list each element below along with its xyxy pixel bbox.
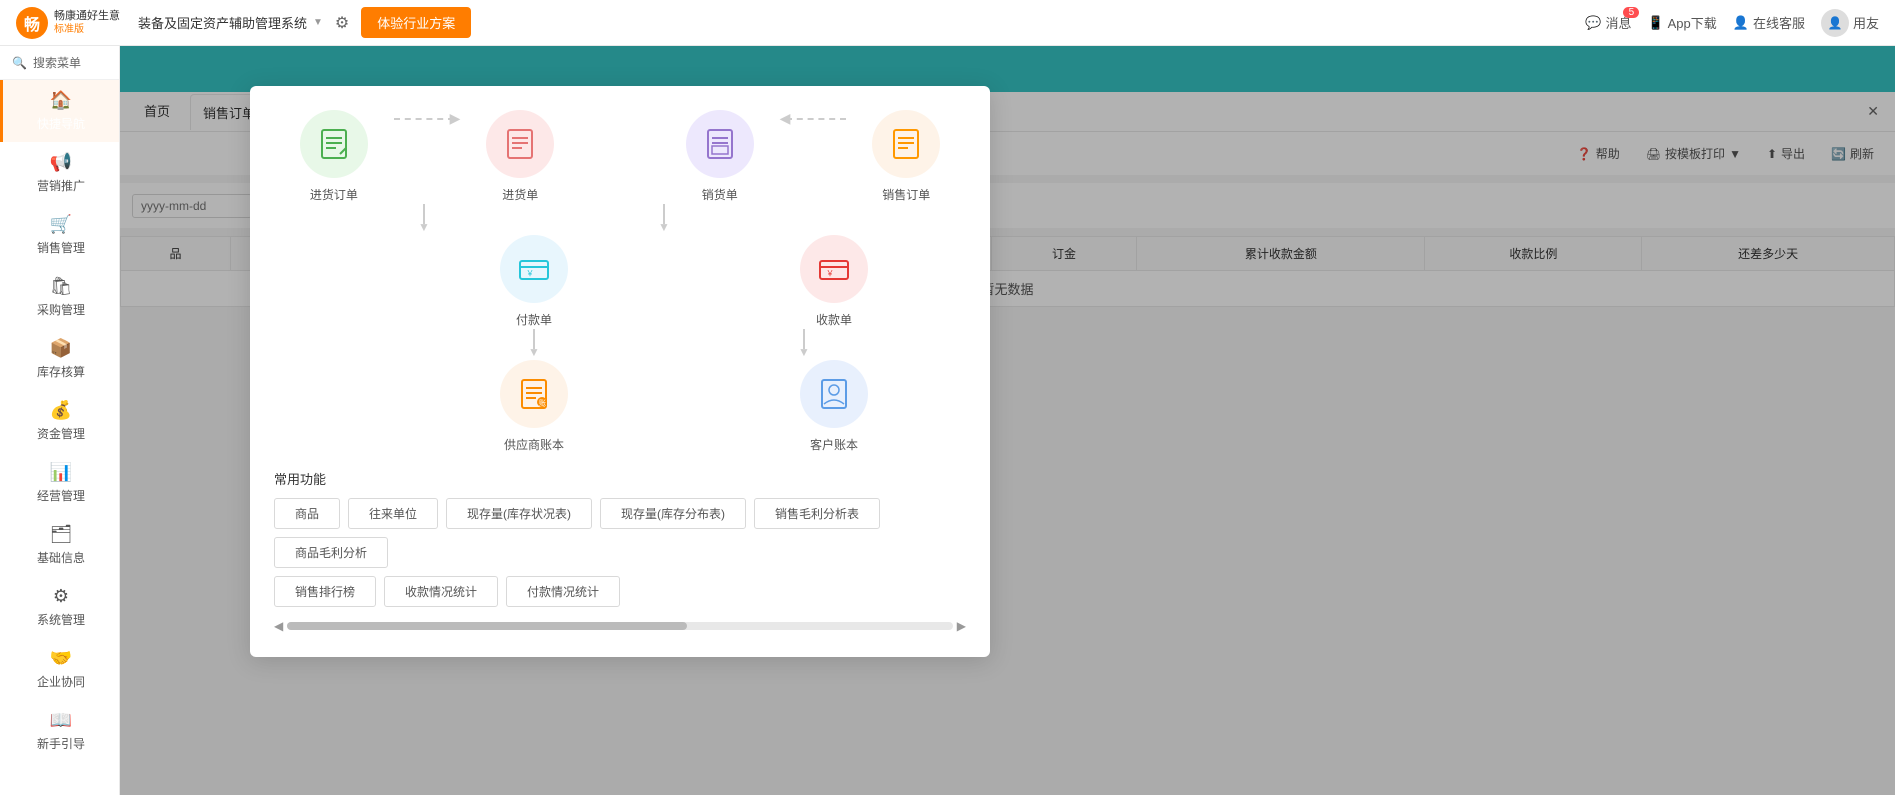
- finance-icon: 💰: [50, 400, 72, 421]
- svg-text:￥: ￥: [526, 269, 534, 278]
- service-icon: 👤: [1733, 15, 1749, 31]
- common-btn-goods-profit[interactable]: 商品毛利分析: [274, 537, 388, 568]
- system-dropdown-arrow[interactable]: ▼: [313, 17, 323, 28]
- flow-node-purchase-bill[interactable]: 进货单: [460, 110, 580, 203]
- logo-area: 畅 畅康通好生意 标准版: [16, 7, 126, 39]
- scroll-left-arrow[interactable]: ◀: [274, 619, 283, 633]
- flow-node-payment[interactable]: ￥ 付款单: [474, 235, 594, 328]
- sidebar-item-operations[interactable]: 📊 经营管理: [0, 452, 119, 514]
- operations-icon: 📊: [50, 462, 72, 483]
- arrow-purchase-order-to-bill: ▶: [394, 110, 461, 155]
- sidebar-item-quick-nav[interactable]: 🏠 快捷导航: [0, 80, 119, 142]
- guide-icon: 📖: [50, 710, 72, 731]
- scroll-right-arrow[interactable]: ▶: [957, 619, 966, 633]
- modal-scrollbar: ◀ ▶: [274, 619, 966, 633]
- logo-icon: 畅: [16, 7, 48, 39]
- flow-node-sales-bill[interactable]: 销货单: [660, 110, 780, 203]
- common-btn-goods[interactable]: 商品: [274, 498, 340, 529]
- flow-node-customer-account[interactable]: 客户账本: [774, 360, 894, 453]
- common-btn-inventory-dist[interactable]: 现存量(库存分布表): [600, 498, 746, 529]
- common-btn-sales-profit[interactable]: 销售毛利分析表: [754, 498, 880, 529]
- sidebar-item-marketing[interactable]: 📢 营销推广: [0, 142, 119, 204]
- app-download-action[interactable]: 📱 App下载: [1647, 13, 1716, 32]
- flow-node-receipt[interactable]: ￥ 收款单: [774, 235, 894, 328]
- arrow-down-payment: ▼: [504, 328, 564, 360]
- purchase-icon: 🛍: [50, 276, 73, 297]
- basic-icon: 🗂: [50, 524, 73, 545]
- sales-icon: 🛒: [50, 214, 72, 235]
- scrollbar-thumb[interactable]: [287, 622, 686, 630]
- search-icon: 🔍: [12, 56, 27, 70]
- flow-modal: 进货订单 ▶ 进货单: [250, 86, 990, 657]
- arrow-sales-order-to-bill: ◀: [780, 110, 847, 155]
- user-area[interactable]: 👤 用友: [1821, 9, 1879, 37]
- flow-node-purchase-order[interactable]: 进货订单: [274, 110, 394, 203]
- common-btn-payments-stats[interactable]: 付款情况统计: [506, 576, 620, 607]
- flow-diagram: 进货订单 ▶ 进货单: [274, 110, 966, 453]
- customer-account-circle: [800, 360, 868, 428]
- system-title: 装备及固定资产辅助管理系统 ▼: [138, 13, 323, 32]
- sidebar-item-system[interactable]: ⚙ 系统管理: [0, 576, 119, 638]
- message-action[interactable]: 💬 消息 5: [1585, 13, 1631, 32]
- sidebar-item-basic[interactable]: 🗂 基础信息: [0, 514, 119, 576]
- payment-circle: ￥: [500, 235, 568, 303]
- flow-node-supplier-account[interactable]: 账 供应商账本: [474, 360, 594, 453]
- svg-text:账: 账: [539, 398, 546, 407]
- sales-order-circle: [872, 110, 940, 178]
- settings-icon[interactable]: ⚙: [335, 13, 349, 33]
- arrow-down-receipt: ▼: [774, 328, 834, 360]
- sidebar: 🔍 搜索菜单 🏠 快捷导航 📢 营销推广 🛒 销售管理 🛍 采购管理 📦: [0, 46, 120, 795]
- common-buttons-row2: 销售排行榜 收款情况统计 付款情况统计: [274, 576, 966, 607]
- flow-node-sales-order[interactable]: 销售订单: [846, 110, 966, 203]
- search-menu[interactable]: 🔍 搜索菜单: [0, 46, 119, 80]
- content-area: 首页 销售订单执行表 ✕ ✕ ❓ 帮助 🖨 按模板打印 ▼: [120, 46, 1895, 795]
- user-avatar: 👤: [1821, 9, 1849, 37]
- top-right-actions: 💬 消息 5 📱 App下载 👤 在线客服 👤 用友: [1585, 9, 1879, 37]
- inventory-icon: 📦: [50, 338, 72, 359]
- sidebar-item-finance[interactable]: 💰 资金管理: [0, 390, 119, 452]
- home-icon: 🏠: [50, 90, 72, 111]
- common-functions-section: 常用功能 商品 往来单位 现存量(库存状况表) 现存量(库存分布表) 销售毛利分…: [274, 469, 966, 607]
- purchase-bill-circle: [486, 110, 554, 178]
- app-container: 畅 畅康通好生意 标准版 装备及固定资产辅助管理系统 ▼ ⚙ 体验行业方案 💬 …: [0, 0, 1895, 795]
- message-icon: 💬: [1585, 15, 1601, 31]
- sidebar-item-guide[interactable]: 📖 新手引导: [0, 700, 119, 762]
- logo-text: 畅康通好生意 标准版: [54, 9, 120, 36]
- common-functions-title: 常用功能: [274, 469, 966, 488]
- sidebar-item-sales[interactable]: 🛒 销售管理: [0, 204, 119, 266]
- phone-icon: 📱: [1647, 15, 1663, 31]
- common-btn-sales-rank[interactable]: 销售排行榜: [274, 576, 376, 607]
- scrollbar-track[interactable]: [287, 622, 953, 630]
- arrow-down-sales: ▼: [634, 203, 694, 235]
- sidebar-item-inventory[interactable]: 📦 库存核算: [0, 328, 119, 390]
- marketing-icon: 📢: [50, 152, 72, 173]
- common-btn-related-units[interactable]: 往来单位: [348, 498, 438, 529]
- trial-button[interactable]: 体验行业方案: [361, 7, 471, 38]
- arrow-down-purchase: ▼: [394, 203, 454, 235]
- online-service-action[interactable]: 👤 在线客服: [1733, 13, 1805, 32]
- common-btn-inventory-status[interactable]: 现存量(库存状况表): [446, 498, 592, 529]
- common-btn-receipts-stats[interactable]: 收款情况统计: [384, 576, 498, 607]
- sidebar-item-corp[interactable]: 🤝 企业协同: [0, 638, 119, 700]
- sidebar-item-purchase[interactable]: 🛍 采购管理: [0, 266, 119, 328]
- top-bar: 畅 畅康通好生意 标准版 装备及固定资产辅助管理系统 ▼ ⚙ 体验行业方案 💬 …: [0, 0, 1895, 46]
- supplier-account-circle: 账: [500, 360, 568, 428]
- sales-bill-circle: [686, 110, 754, 178]
- common-buttons-row1: 商品 往来单位 现存量(库存状况表) 现存量(库存分布表) 销售毛利分析表 商品…: [274, 498, 966, 568]
- purchase-order-circle: [300, 110, 368, 178]
- system-icon: ⚙: [53, 586, 69, 607]
- message-badge: 5: [1623, 7, 1639, 18]
- receipt-circle: ￥: [800, 235, 868, 303]
- svg-text:￥: ￥: [826, 269, 834, 278]
- main-area: 🔍 搜索菜单 🏠 快捷导航 📢 营销推广 🛒 销售管理 🛍 采购管理 📦: [0, 46, 1895, 795]
- corp-icon: 🤝: [50, 648, 72, 669]
